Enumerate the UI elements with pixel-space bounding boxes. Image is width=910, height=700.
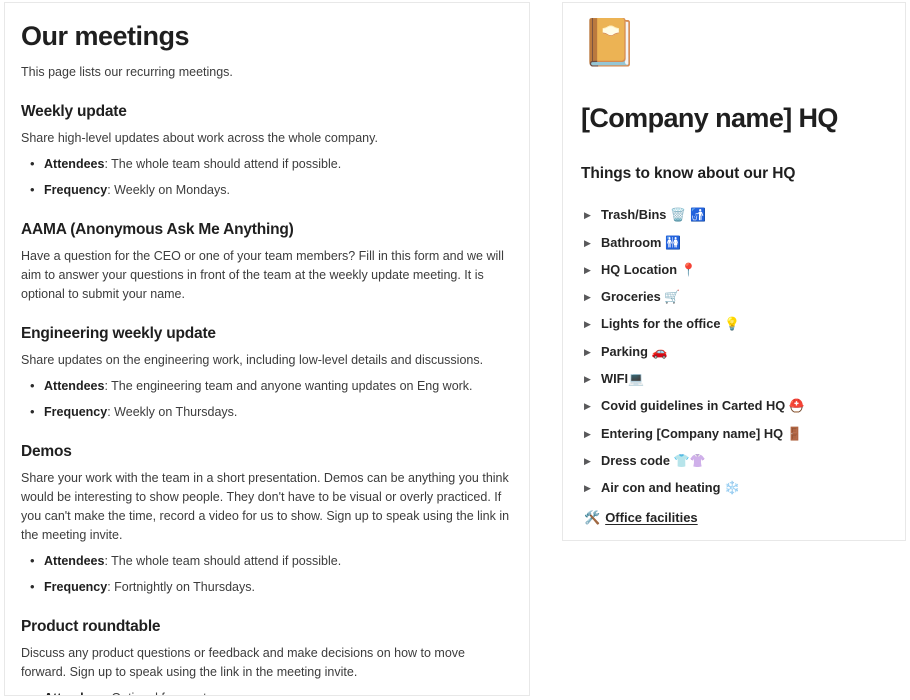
page-intro: This page lists our recurring meetings. xyxy=(21,65,233,80)
section-body: Have a question for the CEO or one of yo… xyxy=(21,249,504,302)
toggle-item-label: HQ Location 📍 xyxy=(601,261,697,278)
list-item: Frequency: Weekly on Thursdays. xyxy=(21,402,513,422)
section-heading: Engineering weekly update xyxy=(21,325,216,343)
hq-toggle-list: ▶ Trash/Bins 🗑️ 🚮 ▶ Bathroom 🚻 ▶ HQ Loca… xyxy=(581,206,887,497)
section-bullet-list: Attendees: Optional for most. Frequency:… xyxy=(21,688,513,695)
pushpin-emoji: 📍 xyxy=(680,262,697,278)
bullet-label: Attendees xyxy=(44,157,105,172)
bullet-label: Frequency xyxy=(44,580,108,595)
hq-page-title: [Company name] HQ xyxy=(581,103,838,133)
section-weekly-update: Weekly update Share high-level updates a… xyxy=(21,102,513,200)
chevron-right-icon[interactable]: ▶ xyxy=(584,294,601,303)
chevron-right-icon[interactable]: ▶ xyxy=(584,266,601,276)
bullet-label: Attendees xyxy=(44,554,105,569)
section-heading: Demos xyxy=(21,442,72,460)
toggle-item-trash-bins[interactable]: ▶ Trash/Bins 🗑️ 🚮 xyxy=(581,206,887,224)
toggle-item-dress-code[interactable]: ▶ Dress code 👕👚 xyxy=(581,452,887,470)
shopping-cart-emoji: 🛒 xyxy=(664,290,681,306)
bullet-text: Weekly on Thursdays. xyxy=(110,405,238,420)
restroom-emoji: 🚻 xyxy=(665,235,681,251)
bullet-label: Attendees xyxy=(44,379,105,394)
section-heading: Product roundtable xyxy=(21,617,161,635)
chevron-right-icon[interactable]: ▶ xyxy=(584,485,601,494)
bullet-text: Fortnightly on Thursdays. xyxy=(110,580,255,595)
door-emoji: 🚪 xyxy=(786,426,803,442)
page-title: Our meetings xyxy=(21,21,190,51)
chevron-right-icon[interactable]: ▶ xyxy=(584,321,601,330)
toggle-item-lights-for-office[interactable]: ▶ Lights for the office 💡 xyxy=(581,315,887,333)
notebook-with-decorative-cover-icon: 📔 xyxy=(581,15,639,69)
toggle-item-label: Lights for the office 💡 xyxy=(601,316,740,333)
toggle-item-label: Trash/Bins 🗑️ 🚮 xyxy=(601,207,706,224)
chevron-right-icon[interactable]: ▶ xyxy=(584,212,601,221)
toggle-item-label: Entering [Company name] HQ 🚪 xyxy=(601,425,803,442)
chevron-right-icon[interactable]: ▶ xyxy=(584,348,601,358)
bullet-label: Frequency xyxy=(44,405,108,420)
chevron-right-icon[interactable]: ▶ xyxy=(584,430,601,440)
toggle-item-covid-guidelines[interactable]: ▶ Covid guidelines in Carted HQ ⛑️ xyxy=(581,397,887,415)
section-bullet-list: Attendees: The engineering team and anyo… xyxy=(21,376,513,422)
trash-bins-emoji: 🗑️ 🚮 xyxy=(669,208,706,224)
toggle-item-bathroom[interactable]: ▶ Bathroom 🚻 xyxy=(581,234,887,252)
bullet-text: The engineering team and anyone wanting … xyxy=(107,379,473,394)
rescue-worker-helmet-emoji: ⛑️ xyxy=(788,399,805,415)
chevron-right-icon[interactable]: ▶ xyxy=(584,376,601,385)
list-item: Attendees: The engineering team and anyo… xyxy=(21,376,513,396)
list-item: Frequency: Weekly on Mondays. xyxy=(21,180,513,200)
toggle-item-hq-location[interactable]: ▶ HQ Location 📍 xyxy=(581,261,887,279)
toggle-item-parking[interactable]: ▶ Parking 🚗 xyxy=(581,343,887,361)
bullet-text: Weekly on Mondays. xyxy=(110,182,230,197)
bullet-text: Optional for most. xyxy=(108,691,210,695)
section-engineering-weekly-update: Engineering weekly update Share updates … xyxy=(21,324,513,422)
section-bullet-list: Attendees: The whole team should attend … xyxy=(21,551,513,597)
section-body: Discuss any product questions or feedbac… xyxy=(21,646,465,680)
toggle-item-label: WIFI💻 xyxy=(601,371,644,388)
toggle-item-air-con-heating[interactable]: ▶ Air con and heating ❄️ xyxy=(581,479,887,497)
bullet-text: The whole team should attend if possible… xyxy=(107,554,342,569)
section-product-roundtable: Product roundtable Discuss any product q… xyxy=(21,617,513,695)
hq-page-panel: 📔 [Company name] HQ Things to know about… xyxy=(562,2,906,541)
bullet-text: The whole team should attend if possible… xyxy=(107,157,342,172)
section-aama: AAMA (Anonymous Ask Me Anything) Have a … xyxy=(21,220,513,304)
toggle-item-wifi[interactable]: ▶ WIFI💻 xyxy=(581,370,887,388)
chevron-right-icon[interactable]: ▶ xyxy=(584,457,601,467)
clothing-emoji: 👕👚 xyxy=(673,453,706,469)
toggle-item-label: Parking 🚗 xyxy=(601,343,668,360)
section-body: Share your work with the team in a short… xyxy=(21,471,510,543)
toggle-item-label: Bathroom 🚻 xyxy=(601,234,681,251)
toggle-item-groceries[interactable]: ▶ Groceries 🛒 xyxy=(581,288,887,306)
bullet-label: Attendees xyxy=(44,691,104,695)
bullet-label: Frequency xyxy=(44,182,108,197)
toggle-item-label: Groceries 🛒 xyxy=(601,289,681,306)
list-item: Attendees: The whole team should attend … xyxy=(21,551,513,571)
list-item: Attendees: The whole team should attend … xyxy=(21,154,513,174)
hq-page-subtitle: Things to know about our HQ xyxy=(581,165,796,183)
hammer-and-wrench-icon: 🛠️ xyxy=(584,511,601,527)
section-bullet-list: Attendees: The whole team should attend … xyxy=(21,154,513,200)
chevron-right-icon[interactable]: ▶ xyxy=(584,239,601,249)
snowflake-emoji: ❄️ xyxy=(724,481,740,497)
meetings-document-panel: Our meetings This page lists our recurri… xyxy=(4,2,530,696)
office-facilities-link[interactable]: Office facilities xyxy=(605,509,697,527)
section-body: Share high-level updates about work acro… xyxy=(21,131,378,146)
light-bulb-emoji: 💡 xyxy=(724,317,740,333)
car-emoji: 🚗 xyxy=(651,344,668,360)
section-body: Share updates on the engineering work, i… xyxy=(21,353,484,368)
toggle-item-entering-hq[interactable]: ▶ Entering [Company name] HQ 🚪 xyxy=(581,425,887,443)
toggle-item-label: Dress code 👕👚 xyxy=(601,452,706,469)
list-item: Attendees: Optional for most. xyxy=(21,688,513,695)
screenshot-root: Our meetings This page lists our recurri… xyxy=(0,0,910,700)
toggle-item-label: Covid guidelines in Carted HQ ⛑️ xyxy=(601,398,805,415)
office-facilities-link-row[interactable]: 🛠️ Office facilities xyxy=(581,509,887,527)
section-heading: Weekly update xyxy=(21,102,127,120)
section-demos: Demos Share your work with the team in a… xyxy=(21,442,513,597)
toggle-item-label: Air con and heating ❄️ xyxy=(601,480,740,497)
list-item: Frequency: Fortnightly on Thursdays. xyxy=(21,577,513,597)
laptop-emoji: 💻 xyxy=(628,372,644,388)
chevron-right-icon[interactable]: ▶ xyxy=(584,403,601,412)
section-heading: AAMA (Anonymous Ask Me Anything) xyxy=(21,220,294,238)
